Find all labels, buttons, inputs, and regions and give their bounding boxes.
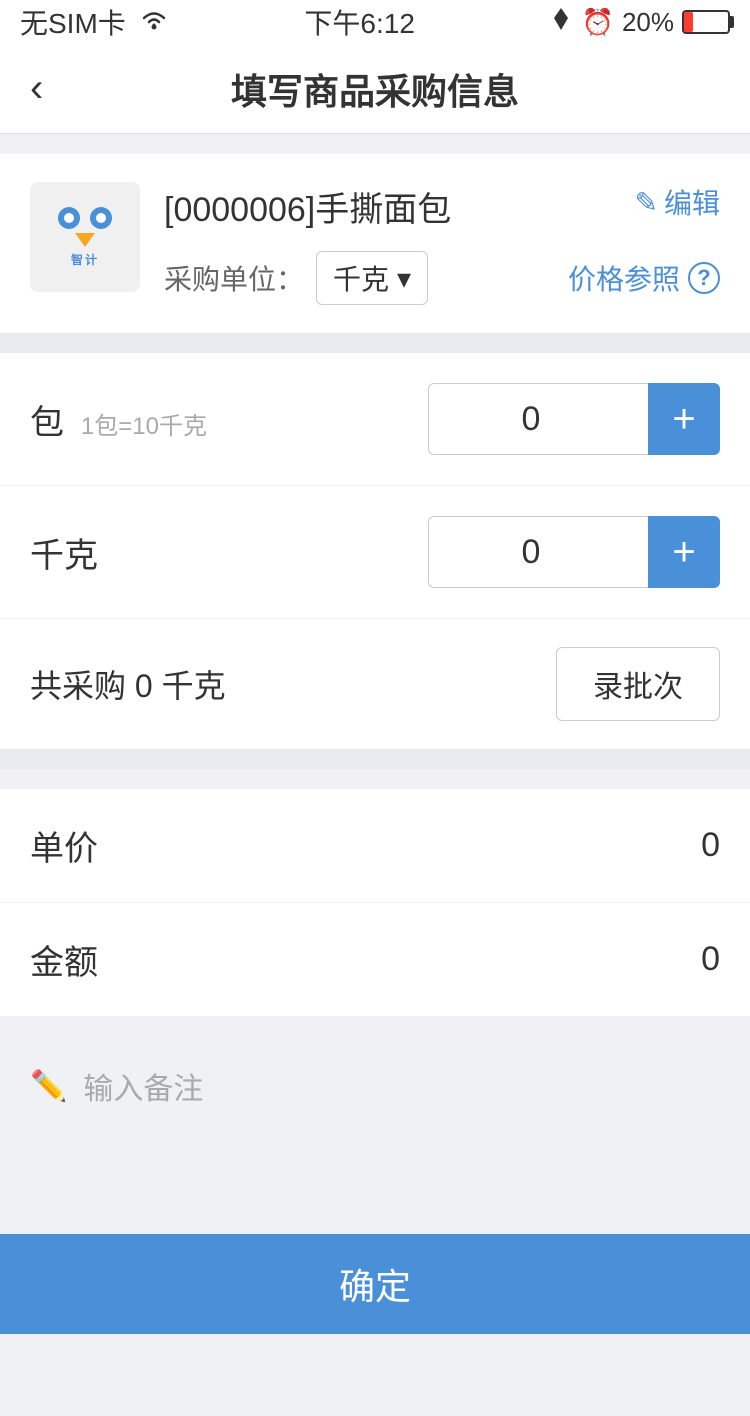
time-label: 下午6:12	[304, 2, 415, 42]
product-card: 智计 [0000006]手撕面包 ✎ 编辑 采购单位： 千克 ▾ 价格参照 ?	[0, 154, 750, 333]
section-divider-2	[0, 749, 750, 769]
quantity-row-bao: 包 1包=10千克 +	[0, 353, 750, 486]
summary-unit: 千克	[162, 668, 226, 704]
unit-dropdown[interactable]: 千克 ▾	[316, 251, 428, 305]
price-ref-button[interactable]: 价格参照 ?	[568, 258, 720, 298]
qty-input-wrap-kg: +	[428, 516, 720, 588]
amount-row: 金额 0	[0, 903, 750, 1016]
price-ref-help-icon: ?	[688, 262, 720, 294]
qty-label-bao: 包	[30, 404, 64, 442]
price-detail-section: 单价 0 金额 0	[0, 789, 750, 1016]
qty-plus-bao[interactable]: +	[648, 383, 720, 455]
alarm-icon: ⏰	[582, 7, 614, 38]
unit-price-row: 单价 0	[0, 789, 750, 903]
remark-section[interactable]: ✏️ 输入备注	[0, 1036, 750, 1136]
summary-text: 共采购 0 千克	[30, 661, 226, 707]
status-left: 无SIM卡	[20, 2, 172, 42]
qty-input-wrap-bao: +	[428, 383, 720, 455]
edit-button[interactable]: ✎ 编辑	[635, 182, 720, 222]
unit-price-value: 0	[701, 826, 720, 865]
edit-icon: ✎	[635, 186, 658, 219]
qty-input-bao[interactable]	[428, 383, 648, 455]
battery-label: 20%	[622, 7, 674, 38]
nav-bar: ‹ 填写商品采购信息	[0, 44, 750, 134]
location-icon	[548, 6, 574, 39]
carrier-label: 无SIM卡	[20, 2, 126, 42]
unit-price-label: 单价	[30, 821, 98, 870]
qty-label-kg: 千克	[30, 537, 98, 575]
wifi-icon	[136, 5, 172, 40]
unit-value: 千克	[333, 258, 389, 298]
battery-icon	[682, 10, 730, 34]
quantity-section: 包 1包=10千克 + 千克 +	[0, 353, 750, 619]
qty-input-kg[interactable]	[428, 516, 648, 588]
confirm-label: 确定	[339, 1258, 411, 1310]
back-button[interactable]: ‹	[30, 66, 43, 111]
quantity-row-kg: 千克 +	[0, 486, 750, 619]
confirm-bar[interactable]: 确定	[0, 1234, 750, 1334]
product-info: [0000006]手撕面包 ✎ 编辑 采购单位： 千克 ▾ 价格参照 ?	[164, 182, 720, 305]
section-divider-1	[0, 333, 750, 353]
status-right: ⏰ 20%	[548, 6, 730, 39]
status-bar: 无SIM卡 下午6:12 ⏰ 20%	[0, 0, 750, 44]
qty-plus-kg[interactable]: +	[648, 516, 720, 588]
summary-row: 共采购 0 千克 录批次	[0, 619, 750, 749]
dropdown-arrow-icon: ▾	[397, 262, 411, 295]
unit-label: 采购单位：	[164, 258, 304, 298]
summary-amount: 0	[135, 668, 153, 704]
product-name: [0000006]手撕面包	[164, 182, 451, 231]
page-title: 填写商品采购信息	[231, 63, 519, 115]
qty-sublabel-bao: 1包=10千克	[81, 413, 207, 440]
pencil-icon: ✏️	[30, 1069, 67, 1104]
product-thumbnail: 智计	[30, 182, 140, 292]
batch-button[interactable]: 录批次	[556, 647, 720, 721]
remark-placeholder: 输入备注	[83, 1064, 203, 1108]
amount-value: 0	[701, 940, 720, 979]
amount-label: 金额	[30, 935, 98, 984]
